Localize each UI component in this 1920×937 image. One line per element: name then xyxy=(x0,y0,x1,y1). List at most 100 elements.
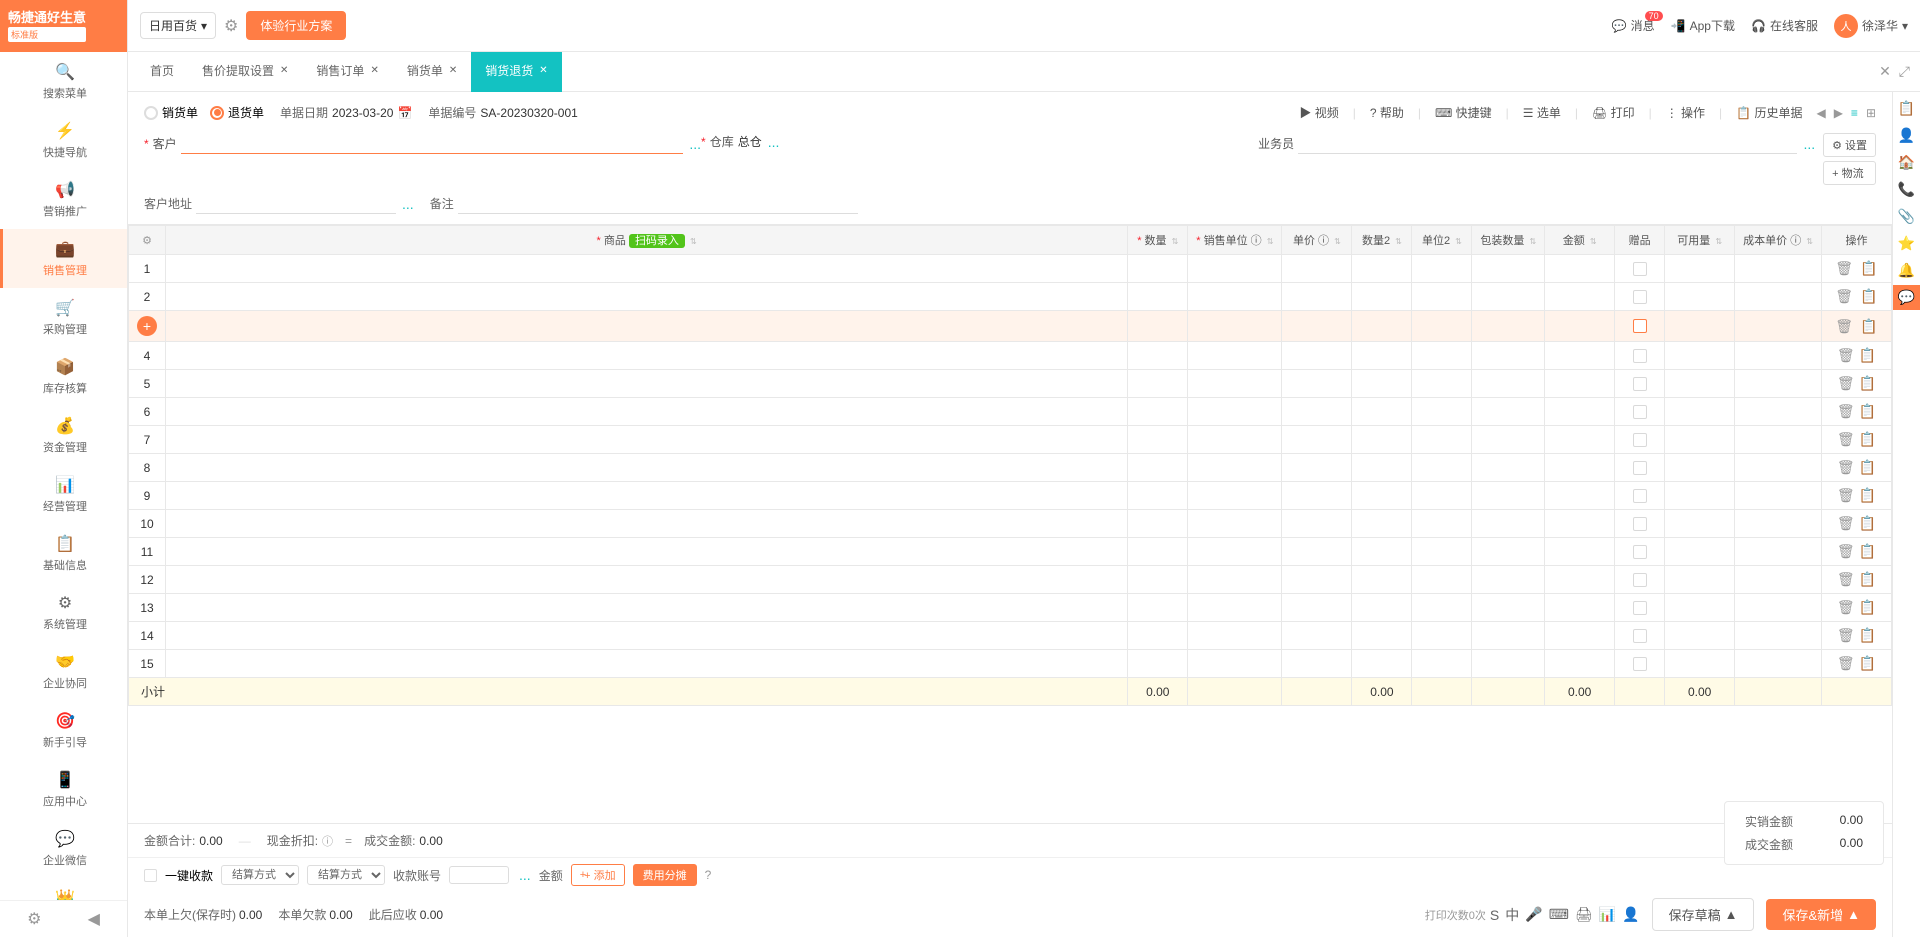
experience-button[interactable]: 体验行业方案 xyxy=(246,11,346,40)
unit-cell-2[interactable] xyxy=(1188,283,1282,311)
nav-prev-icon[interactable]: ◀ xyxy=(1816,106,1825,120)
gift-checkbox-14[interactable] xyxy=(1633,629,1647,643)
settings-bottom-icon[interactable]: ⚙ xyxy=(27,909,41,929)
copy-row-3-icon[interactable]: 📋 xyxy=(1860,318,1877,334)
delete-row-8-icon[interactable]: 🗑 xyxy=(1837,459,1855,475)
add-row-button[interactable]: + xyxy=(137,316,157,336)
calculation-select[interactable]: 结算方式 xyxy=(307,865,385,885)
nav-next-icon[interactable]: ▶ xyxy=(1834,106,1843,120)
delete-row-2-icon[interactable]: 🗑 xyxy=(1835,288,1853,304)
topbar-gear-icon[interactable]: ⚙ xyxy=(224,16,238,36)
product-input-3[interactable] xyxy=(174,319,1119,334)
sidebar-item-operations[interactable]: 📊 经营管理 xyxy=(0,465,127,524)
settlement-select[interactable]: 结算方式 xyxy=(221,865,299,885)
unit-cell-1[interactable] xyxy=(1188,255,1282,283)
copy-row-15-icon[interactable]: 📋 xyxy=(1859,655,1876,671)
save-draft-button[interactable]: 保存草稿 ▲ xyxy=(1652,898,1755,931)
collapse-icon[interactable]: ◀ xyxy=(88,909,100,929)
sidebar-item-inventory[interactable]: 📦 库存核算 xyxy=(0,347,127,406)
right-panel-icon-6[interactable]: ⭐ xyxy=(1893,231,1920,256)
sidebar-item-enterprise[interactable]: 🤝 企业协同 xyxy=(0,642,127,701)
right-panel-icon-1[interactable]: 📋 xyxy=(1893,96,1920,121)
product-cell-2[interactable] xyxy=(166,283,1128,311)
tab-price-settings-close[interactable]: ✕ xyxy=(280,65,288,76)
delete-row-12-icon[interactable]: 🗑 xyxy=(1837,571,1855,587)
tab-sales[interactable]: 销货单 ✕ xyxy=(393,52,471,92)
tab-sales-return-close[interactable]: ✕ xyxy=(539,65,547,76)
gift-checkbox-15[interactable] xyxy=(1633,657,1647,671)
warehouse-dots-btn[interactable]: ... xyxy=(768,134,780,150)
qty2-cell-2[interactable] xyxy=(1352,283,1412,311)
pack-cell-1[interactable] xyxy=(1472,255,1545,283)
gift-checkbox-3[interactable] xyxy=(1633,319,1647,333)
available-cell-2[interactable] xyxy=(1665,283,1735,311)
right-panel-icon-7[interactable]: 🔔 xyxy=(1893,258,1920,283)
logistics-side-btn[interactable]: + 物流 xyxy=(1823,161,1876,185)
gift-checkbox-5[interactable] xyxy=(1633,377,1647,391)
sidebar-item-marketing[interactable]: 📢 营销推广 xyxy=(0,170,127,229)
delete-row-9-icon[interactable]: 🗑 xyxy=(1837,487,1855,503)
save-new-button[interactable]: 保存&新增 ▲ xyxy=(1766,899,1876,930)
sidebar-item-system[interactable]: ⚙ 系统管理 xyxy=(0,583,127,642)
right-panel-icon-5[interactable]: 📎 xyxy=(1893,204,1920,229)
qty2-cell-3[interactable] xyxy=(1352,311,1412,342)
calendar-icon[interactable]: 📅 xyxy=(397,106,412,120)
gift-checkbox-2[interactable] xyxy=(1633,290,1647,304)
app-download-button[interactable]: 📲 App下载 xyxy=(1671,17,1735,34)
tab-sales-return[interactable]: 销货退货 ✕ xyxy=(471,52,561,92)
remark-input[interactable] xyxy=(458,193,858,214)
toolbar-help[interactable]: ? 帮助 xyxy=(1364,102,1410,123)
tab-price-settings[interactable]: 售价提取设置 ✕ xyxy=(188,52,302,92)
copy-row-7-icon[interactable]: 📋 xyxy=(1859,431,1876,447)
gift-checkbox-9[interactable] xyxy=(1633,489,1647,503)
account-input[interactable] xyxy=(449,866,509,884)
copy-row-8-icon[interactable]: 📋 xyxy=(1859,459,1876,475)
column-settings-icon[interactable]: ⚙ xyxy=(142,235,152,247)
price-cell-3[interactable] xyxy=(1282,311,1352,342)
customer-input[interactable] xyxy=(181,133,684,154)
staff-input[interactable] xyxy=(1298,133,1797,154)
copy-row-9-icon[interactable]: 📋 xyxy=(1859,487,1876,503)
toolbar-print[interactable]: 🖨 打印 xyxy=(1586,102,1641,123)
unit-cell-3[interactable] xyxy=(1188,311,1282,342)
unit2-cell-1[interactable] xyxy=(1412,255,1472,283)
print-tool-3[interactable]: 🎤 xyxy=(1525,906,1542,923)
qty2-cell-1[interactable] xyxy=(1352,255,1412,283)
tab-sales-order-close[interactable]: ✕ xyxy=(370,65,378,76)
tab-sales-order[interactable]: 销售订单 ✕ xyxy=(302,52,392,92)
gift-checkbox-10[interactable] xyxy=(1633,517,1647,531)
add-payment-btn[interactable]: + + 添加 xyxy=(571,864,625,886)
gift-checkbox-12[interactable] xyxy=(1633,573,1647,587)
address-dots-btn[interactable]: ... xyxy=(402,196,414,212)
copy-row-13-icon[interactable]: 📋 xyxy=(1859,599,1876,615)
view-icon-list[interactable]: ≡ xyxy=(1851,106,1858,120)
gift-checkbox-8[interactable] xyxy=(1633,461,1647,475)
sidebar-item-guide[interactable]: 🎯 新手引导 xyxy=(0,701,127,760)
amount-cell-2[interactable] xyxy=(1545,283,1615,311)
one-click-payment-checkbox[interactable] xyxy=(144,869,157,882)
copy-row-4-icon[interactable]: 📋 xyxy=(1859,347,1876,363)
tab-expand-icon[interactable]: ⤢ xyxy=(1897,61,1912,82)
toolbar-video[interactable]: ▶ 视频 xyxy=(1293,102,1344,123)
amount-cell-3[interactable] xyxy=(1545,311,1615,342)
product-cell-3[interactable] xyxy=(166,311,1128,342)
toolbar-shortcuts[interactable]: ⌨ 快捷键 xyxy=(1429,102,1498,123)
toolbar-history[interactable]: 📋 历史单据 xyxy=(1730,102,1808,123)
toolbar-select[interactable]: ☰ 选单 xyxy=(1517,102,1567,123)
pack-cell-3[interactable] xyxy=(1472,311,1545,342)
sidebar-item-finance[interactable]: 💰 资金管理 xyxy=(0,406,127,465)
sidebar-item-basic[interactable]: 📋 基础信息 xyxy=(0,524,127,583)
gift-checkbox-7[interactable] xyxy=(1633,433,1647,447)
print-tool-4[interactable]: ⌨ xyxy=(1549,906,1569,923)
delete-row-10-icon[interactable]: 🗑 xyxy=(1837,515,1855,531)
right-panel-icon-3[interactable]: 🏠 xyxy=(1893,150,1920,175)
print-tool-1[interactable]: S xyxy=(1490,907,1499,923)
radio-return[interactable]: 退货单 xyxy=(210,104,264,121)
messages-button[interactable]: 💬 消息 70 xyxy=(1612,17,1655,34)
cost-cell-3[interactable] xyxy=(1735,311,1822,342)
gift-checkbox-11[interactable] xyxy=(1633,545,1647,559)
qty-cell-3[interactable] xyxy=(1128,311,1188,342)
sidebar-item-apps[interactable]: 📱 应用中心 xyxy=(0,760,127,819)
tab-close-icon[interactable]: ✕ xyxy=(1877,61,1893,82)
category-select[interactable]: 日用百货 ▾ xyxy=(140,12,216,39)
